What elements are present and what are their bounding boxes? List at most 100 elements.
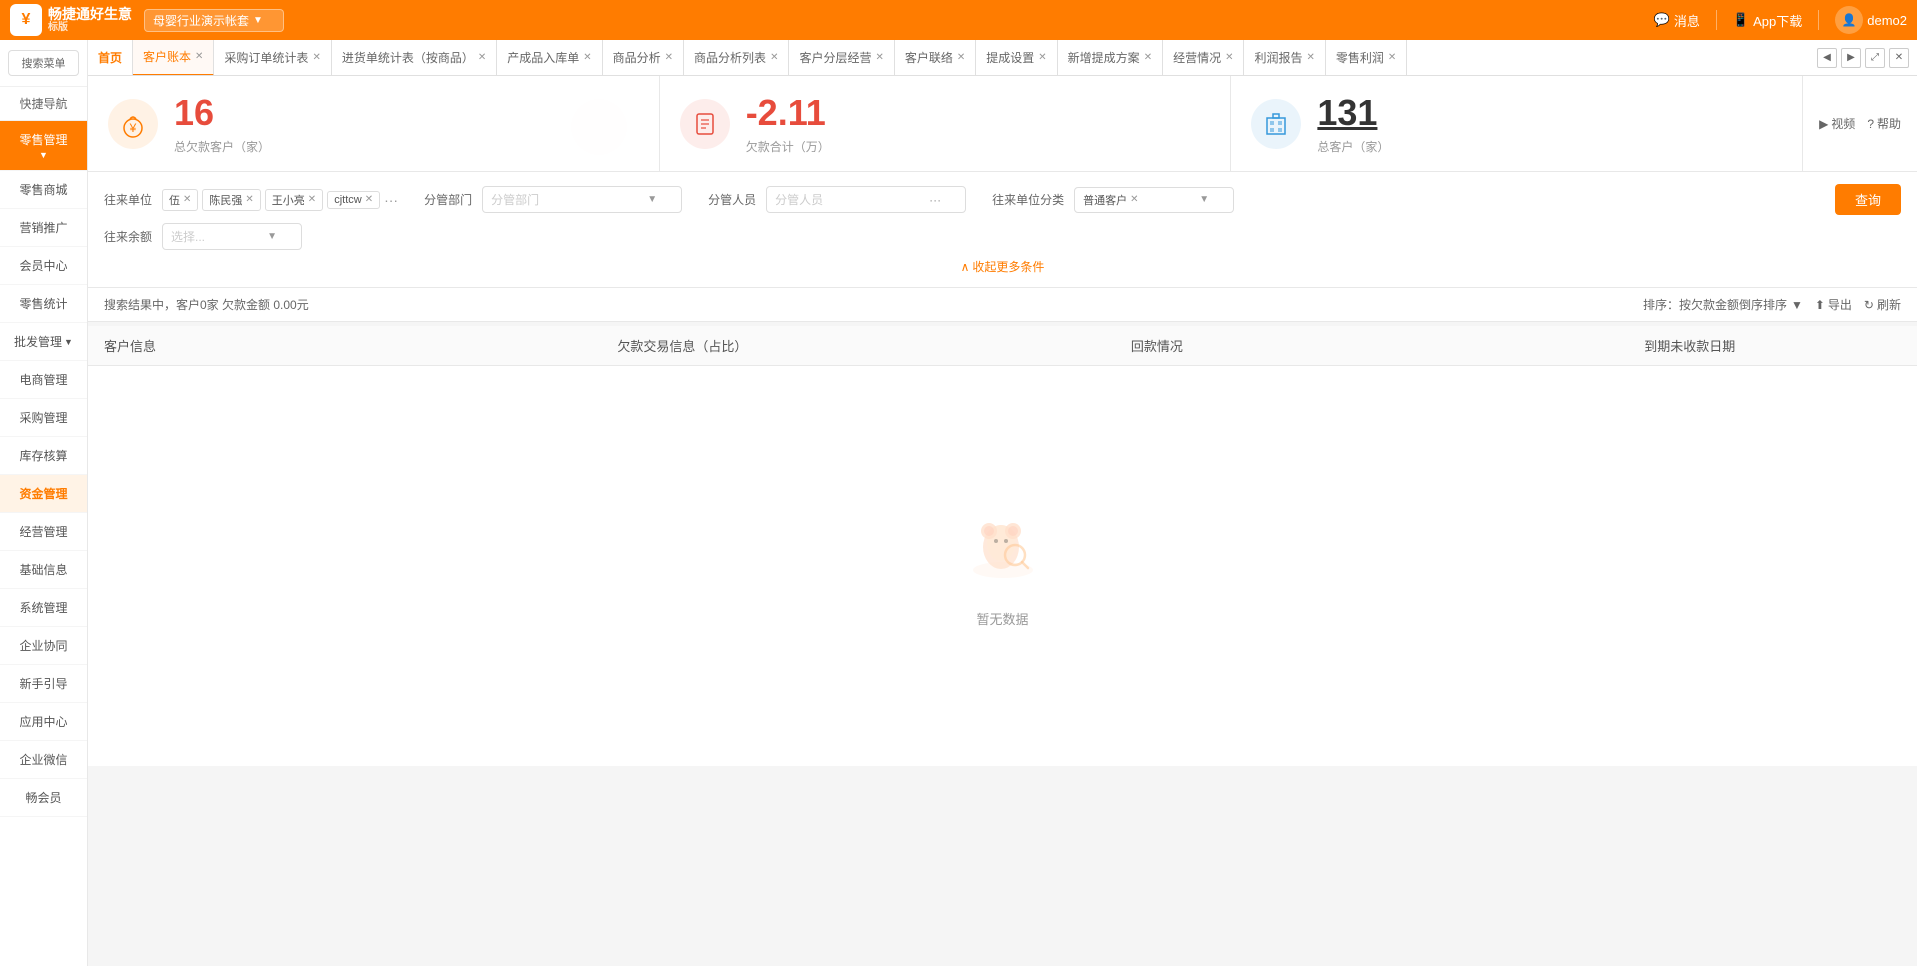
sidebar-item-operations[interactable]: 经营管理: [0, 513, 87, 551]
sidebar-item-enterprise-wechat[interactable]: 企业微信: [0, 741, 87, 779]
remove-tag-chen[interactable]: ✕: [245, 194, 253, 205]
sidebar-item-sys-mgmt[interactable]: 系统管理: [0, 589, 87, 627]
tab-new-plan-close[interactable]: ✕: [1144, 52, 1152, 63]
tab-goods-list-label: 商品分析列表: [694, 49, 766, 66]
tab-cost-in-close[interactable]: ✕: [583, 52, 591, 63]
tab-retail-profit[interactable]: 零售利润 ✕: [1326, 40, 1407, 76]
search-menu-btn[interactable]: 搜索菜单: [8, 50, 79, 76]
tab-goods-analysis-label: 商品分析: [613, 49, 661, 66]
stat-icon-debt: [680, 99, 730, 149]
sort-label: 排序：按欠款金额倒序排序: [1643, 296, 1787, 313]
sidebar-item-marketing[interactable]: 营销推广: [0, 209, 87, 247]
stat-label-debt-amount: 欠款合计（万）: [746, 138, 830, 155]
tab-expand-btn[interactable]: ⤢: [1865, 48, 1885, 68]
video-icon: ▶: [1819, 117, 1828, 131]
chevron-up-icon: ∧: [961, 260, 970, 274]
tab-customer-contact-close[interactable]: ✕: [957, 52, 965, 63]
video-btn[interactable]: ▶ 视频: [1819, 84, 1855, 163]
tab-stock-stat-close[interactable]: ✕: [478, 52, 486, 63]
tab-raise-settings-close[interactable]: ✕: [1038, 52, 1046, 63]
unit-category-select[interactable]: 普通客户 ✕ ▼: [1074, 187, 1234, 213]
table-body: 暂无数据: [88, 366, 1917, 766]
sidebar-item-purchase[interactable]: 采购管理: [0, 399, 87, 437]
sidebar-item-retail-mall[interactable]: 零售商城: [0, 171, 87, 209]
app-subtitle: 标版: [48, 22, 132, 34]
remove-tag-wu[interactable]: ✕: [183, 194, 191, 205]
remove-category-tag[interactable]: ✕: [1130, 194, 1138, 205]
demo-selector-text: 母婴行业演示帐套: [153, 12, 249, 29]
sidebar-item-new-guide[interactable]: 新手引导: [0, 665, 87, 703]
tab-profit-report[interactable]: 利润报告 ✕: [1244, 40, 1325, 76]
sidebar-item-finance[interactable]: 资金管理: [0, 475, 87, 513]
sidebar-item-member[interactable]: 会员中心: [0, 247, 87, 285]
sidebar-item-vip-member[interactable]: 畅会员: [0, 779, 87, 817]
refresh-btn[interactable]: ↻ 刷新: [1864, 296, 1901, 313]
app-download-btn[interactable]: 📱 App下载: [1733, 11, 1802, 30]
remove-tag-wang[interactable]: ✕: [308, 194, 316, 205]
tab-home[interactable]: 首页: [88, 40, 133, 76]
message-btn[interactable]: 💬 消息: [1654, 11, 1700, 30]
sort-selector[interactable]: 排序：按欠款金额倒序排序 ▼: [1643, 296, 1803, 313]
demo-selector[interactable]: 母婴行业演示帐套 ▼: [144, 9, 284, 32]
tab-biz-status-close[interactable]: ✕: [1225, 52, 1233, 63]
tab-goods-list[interactable]: 商品分析列表 ✕: [684, 40, 789, 76]
sidebar-item-basic-info[interactable]: 基础信息: [0, 551, 87, 589]
tab-cost-in[interactable]: 产成品入库单 ✕: [497, 40, 602, 76]
sidebar-item-app-center[interactable]: 应用中心: [0, 703, 87, 741]
export-btn[interactable]: ⬆ 导出: [1815, 296, 1852, 313]
sidebar-item-ecommerce[interactable]: 电商管理: [0, 361, 87, 399]
stat-card-debt-customers: ¥ 16 总欠款客户（家） ¥: [88, 76, 660, 171]
stat-icon-building: [1251, 99, 1301, 149]
tab-accounts[interactable]: 客户账本 ✕: [133, 40, 214, 76]
tab-retail-profit-close[interactable]: ✕: [1388, 52, 1396, 63]
unit-filter-label: 往来单位: [104, 191, 152, 208]
dept-select[interactable]: 分管部门 ▼: [482, 186, 682, 213]
tab-next-btn[interactable]: ▶: [1841, 48, 1861, 68]
quick-nav-btn[interactable]: 快捷导航: [0, 87, 87, 121]
tab-customer-contact[interactable]: 客户联络 ✕: [895, 40, 976, 76]
refresh-label: 刷新: [1877, 296, 1901, 313]
empty-icon: [963, 505, 1043, 599]
tab-new-plan[interactable]: 新增提成方案 ✕: [1058, 40, 1163, 76]
sidebar-item-batch-mgmt[interactable]: 批发管理 ▼: [0, 323, 87, 361]
tab-close-all-btn[interactable]: ✕: [1889, 48, 1909, 68]
no-data-illustration: [963, 505, 1043, 585]
tab-stock-stat-label: 进货单统计表（按商品）: [342, 49, 474, 66]
tab-goods-list-close[interactable]: ✕: [770, 52, 778, 63]
remove-tag-cjttcw[interactable]: ✕: [365, 194, 373, 205]
table-container: 客户信息 欠款交易信息（占比） 回款情况 到期未收款日期: [88, 326, 1917, 766]
sidebar-item-retail-stat[interactable]: 零售统计: [0, 285, 87, 323]
collapse-btn[interactable]: ∧ 收起更多条件: [961, 258, 1045, 275]
user-btn[interactable]: 👤 demo2: [1835, 6, 1907, 34]
stat-label-total-customers: 总客户（家）: [1317, 138, 1389, 155]
sidebar-search-section: 搜索菜单: [0, 40, 87, 87]
tab-purchase-order-label: 采购订单统计表: [224, 49, 308, 66]
tab-cost-in-label: 产成品入库单: [507, 49, 579, 66]
tab-purchase-order-close[interactable]: ✕: [312, 52, 320, 63]
tab-customer-tier-close[interactable]: ✕: [875, 52, 883, 63]
tab-goods-analysis-close[interactable]: ✕: [665, 52, 673, 63]
tab-biz-status[interactable]: 经营情况 ✕: [1163, 40, 1244, 76]
balance-select[interactable]: 选择... ▼: [162, 223, 302, 250]
tab-profit-report-close[interactable]: ✕: [1307, 52, 1315, 63]
tab-accounts-close[interactable]: ✕: [195, 51, 203, 62]
sidebar-item-inventory[interactable]: 库存核算: [0, 437, 87, 475]
dept-select-text: 分管部门: [491, 191, 539, 208]
sidebar-item-enterprise[interactable]: 企业协同: [0, 627, 87, 665]
tab-purchase-order[interactable]: 采购订单统计表 ✕: [214, 40, 331, 76]
tab-goods-analysis[interactable]: 商品分析 ✕: [603, 40, 684, 76]
tab-retail-profit-label: 零售利润: [1336, 49, 1384, 66]
tab-prev-btn[interactable]: ◀: [1817, 48, 1837, 68]
sidebar-item-label: 企业微信: [19, 751, 67, 768]
query-button[interactable]: 查询: [1835, 184, 1901, 215]
more-tags[interactable]: ···: [384, 192, 398, 208]
sidebar-item-retail[interactable]: 零售管理 ▼: [0, 121, 87, 171]
tab-raise-settings[interactable]: 提成设置 ✕: [976, 40, 1057, 76]
help-btn[interactable]: ? 帮助: [1867, 84, 1901, 163]
empty-text: 暂无数据: [963, 609, 1043, 628]
tab-customer-tier[interactable]: 客户分层经营 ✕: [789, 40, 894, 76]
person-select[interactable]: 分管人员 ···: [766, 186, 966, 213]
sidebar-item-label: 零售统计: [19, 295, 67, 312]
chevron-icon: ▼: [64, 337, 73, 347]
tab-stock-stat[interactable]: 进货单统计表（按商品） ✕: [332, 40, 497, 76]
